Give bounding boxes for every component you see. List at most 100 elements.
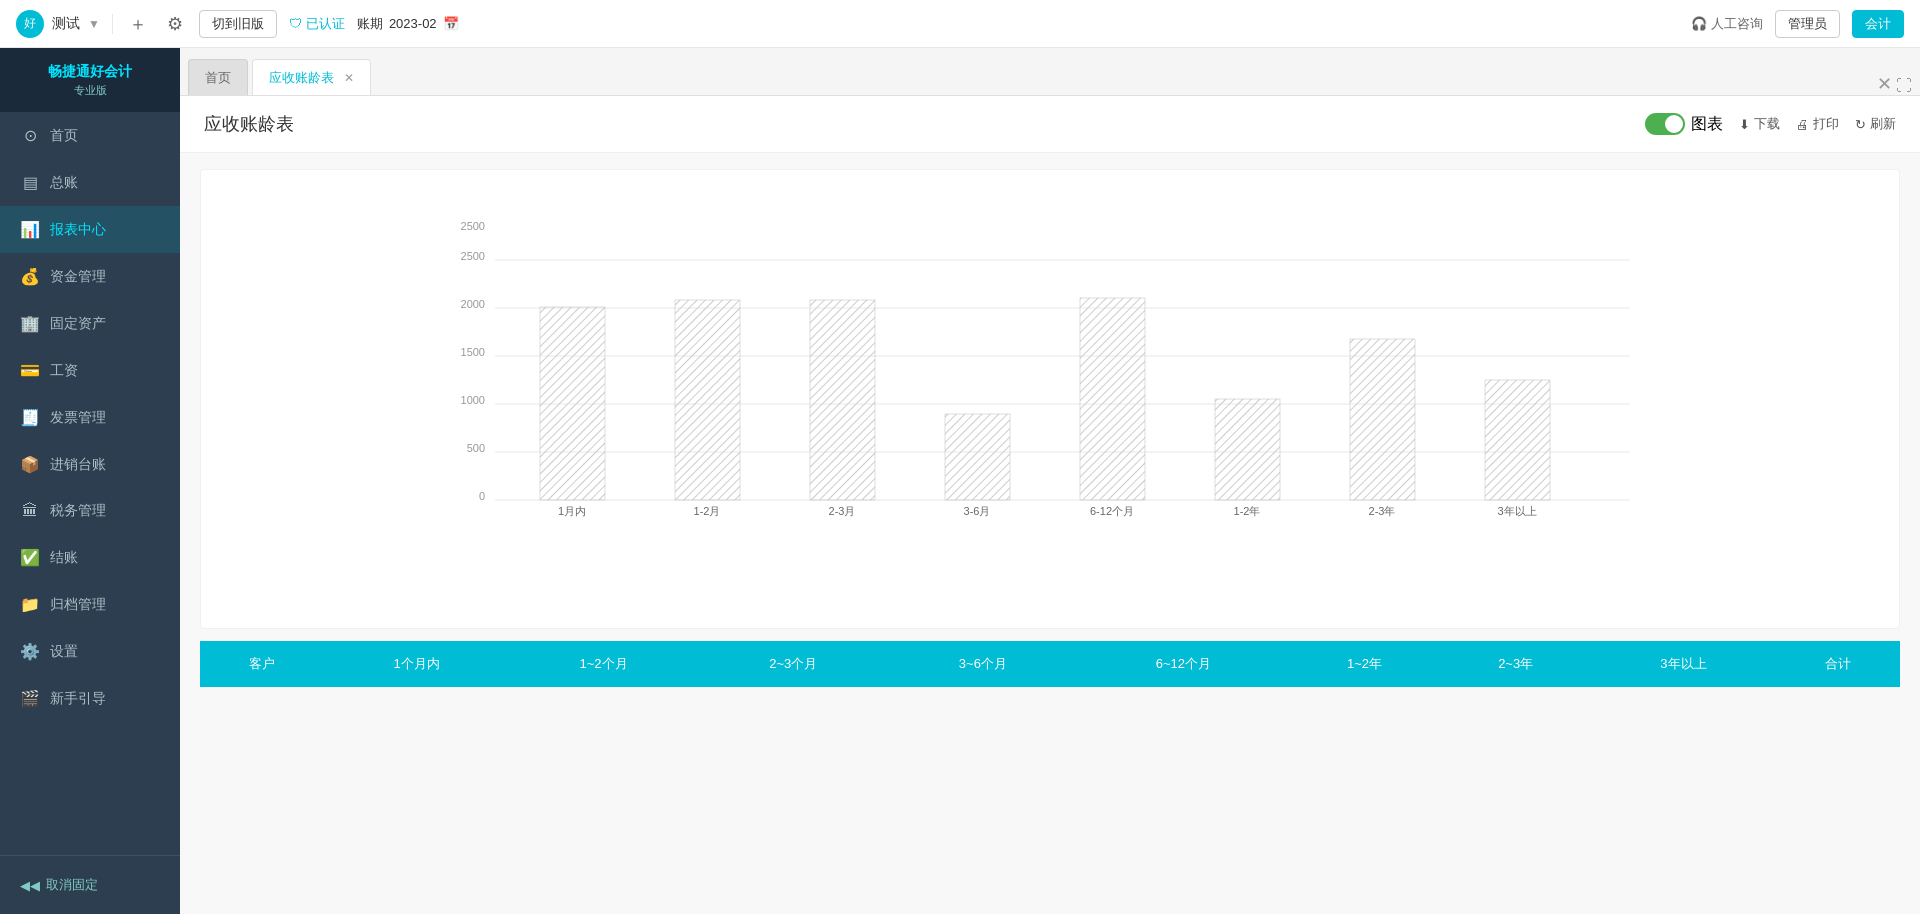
- svg-text:3年以上: 3年以上: [1497, 505, 1536, 517]
- sidebar-label-closing: 结账: [50, 549, 78, 567]
- sidebar-item-home[interactable]: ⊙ 首页: [0, 112, 180, 159]
- chart-toggle[interactable]: [1645, 113, 1685, 135]
- sidebar: 畅捷通好会计 专业版 ⊙ 首页 ▤ 总账 📊 报表中心 💰 资金管理 🏢 固: [0, 48, 180, 914]
- sidebar-scroll: ⊙ 首页 ▤ 总账 📊 报表中心 💰 资金管理 🏢 固定资产 💳 工资: [0, 112, 180, 855]
- logo-sub: 专业版: [74, 83, 107, 98]
- content-actions: 图表 ⬇ 下载 🖨 打印 ↻ 刷新: [1645, 113, 1896, 135]
- company-logo-icon: 好: [16, 10, 44, 38]
- closing-icon: ✅: [20, 548, 40, 567]
- assets-icon: 🏢: [20, 314, 40, 333]
- certified-badge: 🛡 已认证: [289, 15, 345, 33]
- svg-text:1月内: 1月内: [558, 505, 586, 517]
- manager-role-button[interactable]: 管理员: [1775, 10, 1840, 38]
- tab-aging-close[interactable]: ✕: [344, 71, 354, 85]
- ledger-icon: ▤: [20, 173, 40, 192]
- sidebar-item-reports[interactable]: 📊 报表中心: [0, 206, 180, 253]
- print-button[interactable]: 🖨 打印: [1796, 115, 1839, 133]
- sidebar-item-assets[interactable]: 🏢 固定资产: [0, 300, 180, 347]
- svg-text:6-12个月: 6-12个月: [1090, 505, 1134, 517]
- logo-title: 畅捷通好会计: [48, 63, 132, 81]
- sidebar-label-funds: 资金管理: [50, 268, 106, 286]
- shield-icon: 🛡: [289, 16, 302, 31]
- sidebar-item-ledger[interactable]: ▤ 总账: [0, 159, 180, 206]
- chart-svg-container: 0 500 1000 1500 2000 2500 2500: [201, 170, 1899, 628]
- salary-icon: 💳: [20, 361, 40, 380]
- col-2-3years: 2~3年: [1440, 641, 1591, 687]
- panel-close-button[interactable]: ✕: [1877, 73, 1892, 95]
- sidebar-label-home: 首页: [50, 127, 78, 145]
- sidebar-label-assets: 固定资产: [50, 315, 106, 333]
- company-selector[interactable]: 好 测试 ▼: [16, 10, 100, 38]
- panel-expand-button[interactable]: ⛶: [1896, 77, 1912, 95]
- sidebar-label-tax: 税务管理: [50, 502, 106, 520]
- add-button[interactable]: ＋: [125, 8, 151, 40]
- svg-text:3-6月: 3-6月: [964, 505, 991, 517]
- svg-text:1-2月: 1-2月: [694, 505, 721, 517]
- sidebar-item-invoice[interactable]: 🧾 发票管理: [0, 394, 180, 441]
- unfix-button[interactable]: ◀◀ 取消固定: [0, 866, 180, 904]
- svg-text:2500: 2500: [461, 220, 485, 232]
- aging-table-container: 客户 1个月内 1~2个月 2~3个月 3~6个月 6~12个月 1~2年 2~…: [200, 641, 1900, 687]
- col-3-6months: 3~6个月: [888, 641, 1078, 687]
- sidebar-item-funds[interactable]: 💰 资金管理: [0, 253, 180, 300]
- page-title: 应收账龄表: [204, 112, 294, 136]
- old-version-button[interactable]: 切到旧版: [199, 10, 277, 38]
- col-1-2years: 1~2年: [1289, 641, 1440, 687]
- col-3plus-years: 3年以上: [1591, 641, 1775, 687]
- layout: 畅捷通好会计 专业版 ⊙ 首页 ▤ 总账 📊 报表中心 💰 资金管理 🏢 固: [0, 48, 1920, 914]
- consult-label: 人工咨询: [1711, 15, 1763, 33]
- svg-text:0: 0: [479, 490, 485, 502]
- sidebar-label-reports: 报表中心: [50, 221, 106, 239]
- svg-text:2-3年: 2-3年: [1369, 505, 1396, 517]
- download-button[interactable]: ⬇ 下载: [1739, 115, 1780, 133]
- sidebar-item-salary[interactable]: 💳 工资: [0, 347, 180, 394]
- consult-button[interactable]: 🎧 人工咨询: [1691, 15, 1763, 33]
- tax-icon: 🏛: [20, 502, 40, 520]
- home-icon: ⊙: [20, 126, 40, 145]
- svg-text:1-2年: 1-2年: [1234, 505, 1261, 517]
- tab-aging[interactable]: 应收账龄表 ✕: [252, 59, 371, 95]
- refresh-button[interactable]: ↻ 刷新: [1855, 115, 1896, 133]
- reports-icon: 📊: [20, 220, 40, 239]
- calendar-icon[interactable]: 📅: [443, 16, 459, 31]
- svg-rect-14: [540, 307, 605, 500]
- sidebar-item-closing[interactable]: ✅ 结账: [0, 534, 180, 581]
- col-total: 合计: [1776, 641, 1900, 687]
- svg-rect-20: [945, 414, 1010, 500]
- chart-toggle-wrap: 图表: [1645, 113, 1723, 135]
- headset-icon: 🎧: [1691, 16, 1707, 31]
- sidebar-item-tax[interactable]: 🏛 税务管理: [0, 488, 180, 534]
- period-label: 账期: [357, 15, 383, 33]
- tab-aging-label: 应收账龄表: [269, 69, 334, 87]
- sidebar-label-invoice: 发票管理: [50, 409, 106, 427]
- company-name: 测试: [52, 15, 80, 33]
- svg-text:500: 500: [467, 442, 485, 454]
- settings-button[interactable]: ⚙: [163, 9, 187, 39]
- sidebar-bottom: ◀◀ 取消固定: [0, 855, 180, 914]
- sidebar-item-guide[interactable]: 🎬 新手引导: [0, 675, 180, 722]
- tabs-bar: 首页 应收账龄表 ✕ ✕ ⛶: [180, 48, 1920, 96]
- content-header: 应收账龄表 图表 ⬇ 下载 🖨 打印 ↻: [180, 96, 1920, 153]
- sidebar-item-archive[interactable]: 📁 归档管理: [0, 581, 180, 628]
- sidebar-logo: 畅捷通好会计 专业版: [0, 48, 180, 112]
- sidebar-label-salary: 工资: [50, 362, 78, 380]
- svg-text:2-3月: 2-3月: [829, 505, 856, 517]
- svg-text:1000: 1000: [461, 394, 485, 406]
- sidebar-label-archive: 归档管理: [50, 596, 106, 614]
- tab-home[interactable]: 首页: [188, 59, 248, 95]
- main-area: 首页 应收账龄表 ✕ ✕ ⛶ 应收账龄表 图表 ⬇: [180, 48, 1920, 914]
- company-dropdown-icon: ▼: [88, 17, 100, 31]
- settings-icon: ⚙️: [20, 642, 40, 661]
- sidebar-item-settings[interactable]: ⚙️ 设置: [0, 628, 180, 675]
- chart-toggle-label: 图表: [1691, 114, 1723, 135]
- col-2-3months: 2~3个月: [698, 641, 888, 687]
- period-value: 2023-02: [389, 16, 437, 31]
- guide-icon: 🎬: [20, 689, 40, 708]
- col-6-12months: 6~12个月: [1078, 641, 1289, 687]
- tab-home-label: 首页: [205, 69, 231, 87]
- svg-rect-16: [675, 300, 740, 500]
- sidebar-label-sales: 进销台账: [50, 456, 106, 474]
- sidebar-item-sales[interactable]: 📦 进销台账: [0, 441, 180, 488]
- accountant-role-button[interactable]: 会计: [1852, 10, 1904, 38]
- svg-rect-22: [1080, 298, 1145, 500]
